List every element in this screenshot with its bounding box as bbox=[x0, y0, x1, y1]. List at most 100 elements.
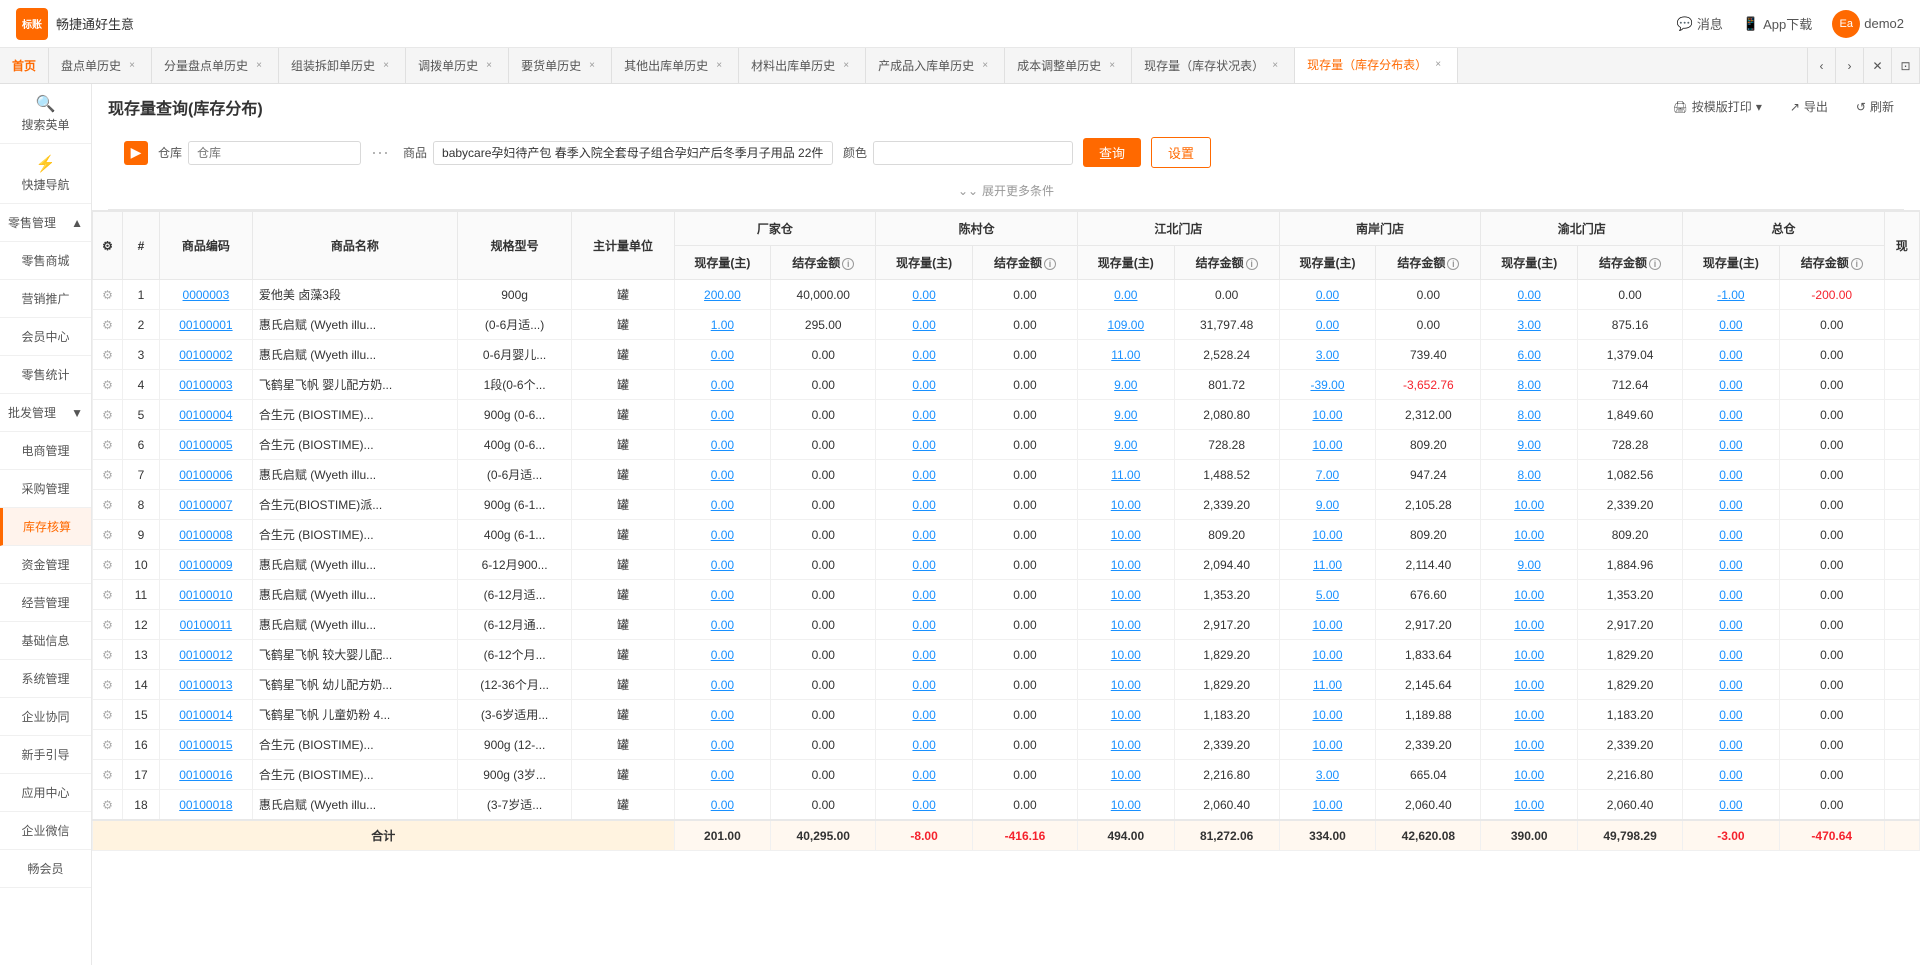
cell-settings[interactable]: ⚙ bbox=[93, 610, 123, 640]
cell-code[interactable]: 00100015 bbox=[159, 730, 252, 760]
cell-total-stock[interactable]: 0.00 bbox=[1683, 700, 1780, 730]
tab-cost-adjust[interactable]: 成本调整单历史 × bbox=[1005, 48, 1132, 84]
cell-yuzhong-stock[interactable]: 10.00 bbox=[1481, 640, 1578, 670]
cell-jiangbei-stock[interactable]: 10.00 bbox=[1077, 670, 1174, 700]
cell-total-stock[interactable]: 0.00 bbox=[1683, 550, 1780, 580]
cell-code[interactable]: 00100018 bbox=[159, 790, 252, 821]
cell-jiangbei-stock[interactable]: 10.00 bbox=[1077, 610, 1174, 640]
cell-jiangbei-stock[interactable]: 10.00 bbox=[1077, 580, 1174, 610]
total-amount-info[interactable]: i bbox=[1851, 258, 1863, 270]
cell-factory-stock[interactable]: 0.00 bbox=[674, 370, 771, 400]
tab-close-stock-status[interactable]: × bbox=[1268, 59, 1282, 73]
cell-chenjia-stock[interactable]: 0.00 bbox=[876, 490, 973, 520]
sidebar-item-app-center[interactable]: 应用中心 bbox=[0, 774, 91, 812]
sidebar-item-purchase[interactable]: 采购管理 bbox=[0, 470, 91, 508]
message-btn[interactable]: 💬 消息 bbox=[1677, 14, 1723, 33]
cell-chenjia-stock[interactable]: 0.00 bbox=[876, 760, 973, 790]
tab-close-material-out[interactable]: × bbox=[839, 59, 853, 73]
cell-factory-stock[interactable]: 0.00 bbox=[674, 550, 771, 580]
cell-code[interactable]: 00100003 bbox=[159, 370, 252, 400]
tab-combo-split[interactable]: 组装拆卸单历史 × bbox=[279, 48, 406, 84]
sidebar-item-marketing[interactable]: 营销推广 bbox=[0, 280, 91, 318]
cell-chenjia-stock[interactable]: 0.00 bbox=[876, 610, 973, 640]
cell-code[interactable]: 00100014 bbox=[159, 700, 252, 730]
cell-yuzhong-stock[interactable]: 10.00 bbox=[1481, 700, 1578, 730]
cell-nanan-stock[interactable]: 0.00 bbox=[1279, 280, 1376, 310]
cell-nanan-stock[interactable]: 10.00 bbox=[1279, 520, 1376, 550]
sidebar-item-retail-shop[interactable]: 零售商城 bbox=[0, 242, 91, 280]
tab-inventory-check[interactable]: 盘点单历史 × bbox=[49, 48, 152, 84]
cell-factory-stock[interactable]: 0.00 bbox=[674, 610, 771, 640]
sidebar-item-finance[interactable]: 资金管理 bbox=[0, 546, 91, 584]
color-input[interactable] bbox=[873, 141, 1073, 165]
cell-code[interactable]: 00100016 bbox=[159, 760, 252, 790]
cell-yuzhong-stock[interactable]: 10.00 bbox=[1481, 580, 1578, 610]
warehouse-dots-btn[interactable]: ··· bbox=[367, 142, 393, 163]
cell-jiangbei-stock[interactable]: 11.00 bbox=[1077, 340, 1174, 370]
cell-code[interactable]: 00100013 bbox=[159, 670, 252, 700]
sidebar-item-wholesale[interactable]: 批发管理 ▼ bbox=[0, 394, 91, 432]
user-btn[interactable]: Ea demo2 bbox=[1832, 10, 1904, 38]
filter-expand-btn[interactable]: ▶ bbox=[124, 141, 148, 165]
cell-factory-stock[interactable]: 0.00 bbox=[674, 460, 771, 490]
cell-yuzhong-stock[interactable]: 10.00 bbox=[1481, 790, 1578, 821]
cell-nanan-stock[interactable]: 10.00 bbox=[1279, 610, 1376, 640]
nanan-amount-info[interactable]: i bbox=[1447, 258, 1459, 270]
cell-yuzhong-stock[interactable]: 10.00 bbox=[1481, 760, 1578, 790]
tab-close-product-in[interactable]: × bbox=[978, 59, 992, 73]
cell-settings[interactable]: ⚙ bbox=[93, 790, 123, 821]
cell-code[interactable]: 00100005 bbox=[159, 430, 252, 460]
cell-factory-stock[interactable]: 0.00 bbox=[674, 790, 771, 821]
cell-jiangbei-stock[interactable]: 10.00 bbox=[1077, 490, 1174, 520]
cell-chenjia-stock[interactable]: 0.00 bbox=[876, 700, 973, 730]
cell-yuzhong-stock[interactable]: 3.00 bbox=[1481, 310, 1578, 340]
cell-settings[interactable]: ⚙ bbox=[93, 430, 123, 460]
cell-settings[interactable]: ⚙ bbox=[93, 460, 123, 490]
cell-factory-stock[interactable]: 0.00 bbox=[674, 520, 771, 550]
tab-stock-dist[interactable]: 现存量（库存分布表） × bbox=[1295, 48, 1458, 84]
cell-settings[interactable]: ⚙ bbox=[93, 700, 123, 730]
cell-yuzhong-stock[interactable]: 8.00 bbox=[1481, 460, 1578, 490]
tab-close-combo-split[interactable]: × bbox=[379, 59, 393, 73]
cell-code[interactable]: 00100010 bbox=[159, 580, 252, 610]
sidebar-item-search[interactable]: 🔍 搜索英单 bbox=[0, 84, 91, 144]
tab-other-out[interactable]: 其他出库单历史 × bbox=[612, 48, 739, 84]
cell-settings[interactable]: ⚙ bbox=[93, 730, 123, 760]
cell-settings[interactable]: ⚙ bbox=[93, 760, 123, 790]
cell-jiangbei-stock[interactable]: 10.00 bbox=[1077, 640, 1174, 670]
cell-nanan-stock[interactable]: 10.00 bbox=[1279, 730, 1376, 760]
tab-purchase[interactable]: 要货单历史 × bbox=[509, 48, 612, 84]
cell-jiangbei-stock[interactable]: 9.00 bbox=[1077, 430, 1174, 460]
cell-jiangbei-stock[interactable]: 10.00 bbox=[1077, 790, 1174, 821]
cell-nanan-stock[interactable]: 3.00 bbox=[1279, 760, 1376, 790]
cell-chenjia-stock[interactable]: 0.00 bbox=[876, 640, 973, 670]
cell-yuzhong-stock[interactable]: 0.00 bbox=[1481, 280, 1578, 310]
cell-nanan-stock[interactable]: 10.00 bbox=[1279, 430, 1376, 460]
cell-chenjia-stock[interactable]: 0.00 bbox=[876, 790, 973, 821]
tab-close-inventory-check2[interactable]: × bbox=[252, 59, 266, 73]
cell-total-stock[interactable]: 0.00 bbox=[1683, 610, 1780, 640]
col-settings[interactable]: ⚙ bbox=[93, 212, 123, 280]
sidebar-item-system[interactable]: 系统管理 bbox=[0, 660, 91, 698]
cell-total-stock[interactable]: 0.00 bbox=[1683, 370, 1780, 400]
tab-material-out[interactable]: 材料出库单历史 × bbox=[739, 48, 866, 84]
cell-factory-stock[interactable]: 200.00 bbox=[674, 280, 771, 310]
tab-transfer[interactable]: 调拨单历史 × bbox=[406, 48, 509, 84]
cell-settings[interactable]: ⚙ bbox=[93, 400, 123, 430]
setting-btn[interactable]: 设置 bbox=[1151, 137, 1211, 168]
cell-nanan-stock[interactable]: 10.00 bbox=[1279, 700, 1376, 730]
factory-amount-info[interactable]: i bbox=[842, 258, 854, 270]
chenjia-amount-info[interactable]: i bbox=[1044, 258, 1056, 270]
sidebar-item-retail-stat[interactable]: 零售统计 bbox=[0, 356, 91, 394]
cell-jiangbei-stock[interactable]: 10.00 bbox=[1077, 520, 1174, 550]
cell-total-stock[interactable]: 0.00 bbox=[1683, 670, 1780, 700]
cell-yuzhong-stock[interactable]: 10.00 bbox=[1481, 490, 1578, 520]
search-btn[interactable]: 查询 bbox=[1083, 138, 1141, 167]
cell-yuzhong-stock[interactable]: 8.00 bbox=[1481, 400, 1578, 430]
app-download-btn[interactable]: 📱 App下载 bbox=[1743, 14, 1812, 33]
tab-menu-btn[interactable]: ⊡ bbox=[1892, 48, 1920, 84]
cell-yuzhong-stock[interactable]: 10.00 bbox=[1481, 730, 1578, 760]
cell-chenjia-stock[interactable]: 0.00 bbox=[876, 730, 973, 760]
cell-code[interactable]: 00100001 bbox=[159, 310, 252, 340]
cell-code[interactable]: 00100006 bbox=[159, 460, 252, 490]
